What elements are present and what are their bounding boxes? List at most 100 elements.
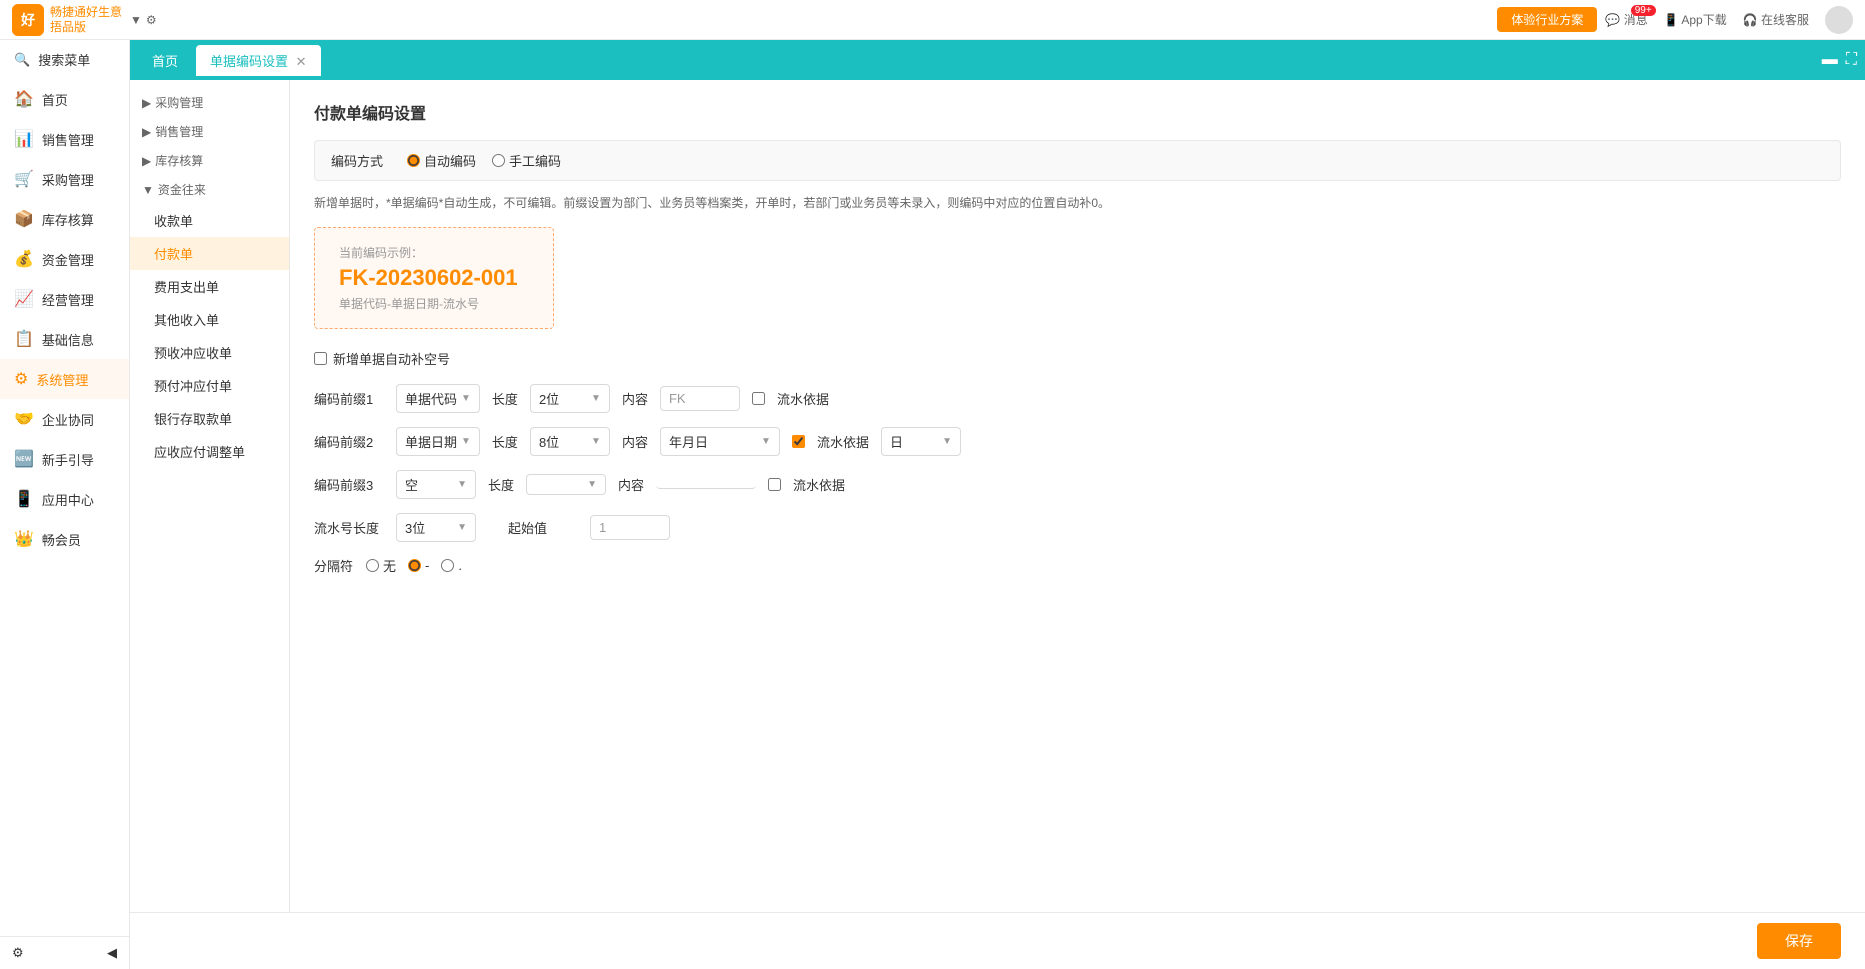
prefix3-row: 编码前缀3 空 ▼ 长度 ▼ 内容 流水依据	[314, 470, 1841, 499]
prefix1-length-select[interactable]: 2位 ▼	[530, 384, 610, 413]
prefix1-content-input: FK	[660, 386, 740, 411]
prefix1-length-label: 长度	[492, 389, 518, 408]
start-value-input[interactable]: 1	[590, 515, 670, 540]
sidebar: 🔍 搜索菜单 🏠 首页 📊 销售管理 🛒 采购管理 📦 库存核算 💰 资金管理 …	[0, 40, 130, 969]
sep-dot-option[interactable]: .	[441, 558, 462, 573]
logo: 好 畅捷通好生意 捂品版	[12, 4, 122, 36]
separator-row: 分隔符 无 - .	[314, 556, 1841, 575]
sub-sidebar-item-payment[interactable]: 付款单	[130, 237, 289, 270]
prefix2-select[interactable]: 单据日期 ▼	[396, 427, 480, 456]
sidebar-item-inventory[interactable]: 📦 库存核算	[0, 199, 129, 239]
prefix1-serial-label: 流水依据	[777, 389, 829, 408]
sidebar-search[interactable]: 🔍 搜索菜单	[0, 40, 129, 79]
search-icon: 🔍	[14, 52, 30, 68]
sidebar-item-apps[interactable]: 📱 应用中心	[0, 479, 129, 519]
chevron-icon7: ▼	[457, 479, 467, 490]
logo-icon: 好	[12, 4, 44, 36]
example-code: FK-20230602-001	[339, 265, 529, 291]
system-icon: ⚙	[14, 369, 28, 389]
separator-label: 分隔符	[314, 556, 354, 575]
sidebar-item-enterprise[interactable]: 🤝 企业协同	[0, 399, 129, 439]
prefix2-row: 编码前缀2 单据日期 ▼ 长度 8位 ▼ 内容 年月日 ▼	[314, 427, 1841, 456]
prefix3-label: 编码前缀3	[314, 475, 384, 494]
topbar-dropdown[interactable]: ▼ ⚙	[130, 13, 157, 27]
prefix1-label: 编码前缀1	[314, 389, 384, 408]
sidebar-item-sales[interactable]: 📊 销售管理	[0, 119, 129, 159]
prefix3-length-select[interactable]: ▼	[526, 474, 606, 495]
prefix1-select[interactable]: 单据代码 ▼	[396, 384, 480, 413]
content-area: 首页 单据编码设置 ✕ ▬ ⛶ ▶ 采购管理 ▶ 销售管理	[130, 40, 1865, 969]
user-avatar[interactable]	[1825, 6, 1853, 34]
enterprise-icon: 🤝	[14, 409, 34, 429]
maximize-icon[interactable]: ⛶	[1846, 51, 1857, 69]
sidebar-item-operations[interactable]: 📈 经营管理	[0, 279, 129, 319]
auto-encode-radio[interactable]: 自动编码	[407, 151, 476, 170]
sub-sidebar-item-bank[interactable]: 银行存取款单	[130, 402, 289, 435]
sidebar-item-basic[interactable]: 📋 基础信息	[0, 319, 129, 359]
sep-dash-option[interactable]: -	[408, 558, 429, 573]
example-box: 当前编码示例： FK-20230602-001 单据代码-单据日期-流水号	[314, 227, 554, 329]
prefix1-content-label: 内容	[622, 389, 648, 408]
save-button[interactable]: 保存	[1757, 923, 1841, 959]
app-download[interactable]: 📱 App下载	[1664, 11, 1727, 28]
tab-encoding[interactable]: 单据编码设置 ✕	[196, 45, 321, 76]
chevron-icon8: ▼	[587, 479, 597, 490]
logo-text: 畅捷通好生意 捂品版	[50, 5, 122, 34]
prefix2-serial-checkbox[interactable]	[792, 435, 805, 448]
sub-sidebar-group-sales[interactable]: ▶ 销售管理	[130, 117, 289, 146]
prefix3-length-label: 长度	[488, 475, 514, 494]
auto-fill-checkbox[interactable]	[314, 352, 327, 365]
topbar: 好 畅捷通好生意 捂品版 ▼ ⚙ 体验行业方案 💬 消息 99+ 📱 App下载…	[0, 0, 1865, 40]
trial-button[interactable]: 体验行业方案	[1497, 7, 1597, 32]
sub-sidebar-item-pre-receipt[interactable]: 预收冲应收单	[130, 336, 289, 369]
auto-fill-label: 新增单据自动补空号	[333, 349, 450, 368]
tab-home[interactable]: 首页	[138, 45, 192, 76]
manual-encode-radio[interactable]: 手工编码	[492, 151, 561, 170]
sidebar-item-finance[interactable]: 💰 资金管理	[0, 239, 129, 279]
example-label: 当前编码示例：	[339, 244, 529, 261]
chevron-icon4: ▼	[591, 436, 601, 447]
sales-icon: 📊	[14, 129, 34, 149]
serial-row: 流水号长度 3位 ▼ 起始值 1	[314, 513, 1841, 542]
prefix3-serial-checkbox[interactable]	[768, 478, 781, 491]
prefix2-length-select[interactable]: 8位 ▼	[530, 427, 610, 456]
sidebar-item-purchase[interactable]: 🛒 采购管理	[0, 159, 129, 199]
prefix3-serial-label: 流水依据	[793, 475, 845, 494]
main-panel: 付款单编码设置 编码方式 自动编码 手工编码 新增单据时，*单据编码*自动生成，…	[290, 80, 1865, 912]
sub-sidebar-group-purchase[interactable]: ▶ 采购管理	[130, 88, 289, 117]
chevron-icon: ▼	[461, 393, 471, 404]
prefix3-select[interactable]: 空 ▼	[396, 470, 476, 499]
tab-close-icon[interactable]: ✕	[296, 54, 307, 69]
message-icon-wrap[interactable]: 💬 消息 99+	[1605, 11, 1647, 28]
page-title: 付款单编码设置	[314, 100, 1841, 124]
sub-sidebar-group-capital[interactable]: ▼ 资金往来	[130, 175, 289, 204]
sidebar-item-system[interactable]: ⚙ 系统管理	[0, 359, 129, 399]
sidebar-settings-icon[interactable]: ⚙	[12, 945, 24, 961]
sub-sidebar-item-adjustment[interactable]: 应收应付调整单	[130, 435, 289, 468]
sidebar-item-home[interactable]: 🏠 首页	[0, 79, 129, 119]
serial-length-select[interactable]: 3位 ▼	[396, 513, 476, 542]
settings-icon[interactable]: ⚙	[146, 13, 157, 27]
prefix2-label: 编码前缀2	[314, 432, 384, 451]
online-service[interactable]: 🎧 在线客服	[1743, 11, 1809, 28]
prefix2-content-select[interactable]: 年月日 ▼	[660, 427, 780, 456]
sep-none-option[interactable]: 无	[366, 556, 396, 575]
sub-sidebar-item-receipt[interactable]: 收款单	[130, 204, 289, 237]
sub-sidebar-item-expense[interactable]: 费用支出单	[130, 270, 289, 303]
prefix3-content-input	[656, 480, 756, 489]
sub-sidebar-item-other-income[interactable]: 其他收入单	[130, 303, 289, 336]
sub-sidebar-group-inventory[interactable]: ▶ 库存核算	[130, 146, 289, 175]
sidebar-collapse-icon[interactable]: ◀	[107, 945, 117, 961]
sidebar-item-member[interactable]: 👑 畅会员	[0, 519, 129, 559]
sub-sidebar-item-pre-payment[interactable]: 预付冲应付单	[130, 369, 289, 402]
auto-fill-checkbox-row: 新增单据自动补空号	[314, 349, 1841, 368]
minimize-icon[interactable]: ▬	[1822, 51, 1838, 69]
sidebar-item-newbie[interactable]: 🆕 新手引导	[0, 439, 129, 479]
inner-layout: ▶ 采购管理 ▶ 销售管理 ▶ 库存核算 ▼ 资金往来 收款单 付款单 费用支出…	[130, 80, 1865, 912]
purchase-icon: 🛒	[14, 169, 34, 189]
prefix2-serial-unit-select[interactable]: 日 ▼	[881, 427, 961, 456]
prefix1-serial-checkbox[interactable]	[752, 392, 765, 405]
member-icon: 👑	[14, 529, 34, 549]
topbar-right: 💬 消息 99+ 📱 App下载 🎧 在线客服	[1605, 6, 1853, 34]
serial-length-label: 流水号长度	[314, 518, 384, 537]
